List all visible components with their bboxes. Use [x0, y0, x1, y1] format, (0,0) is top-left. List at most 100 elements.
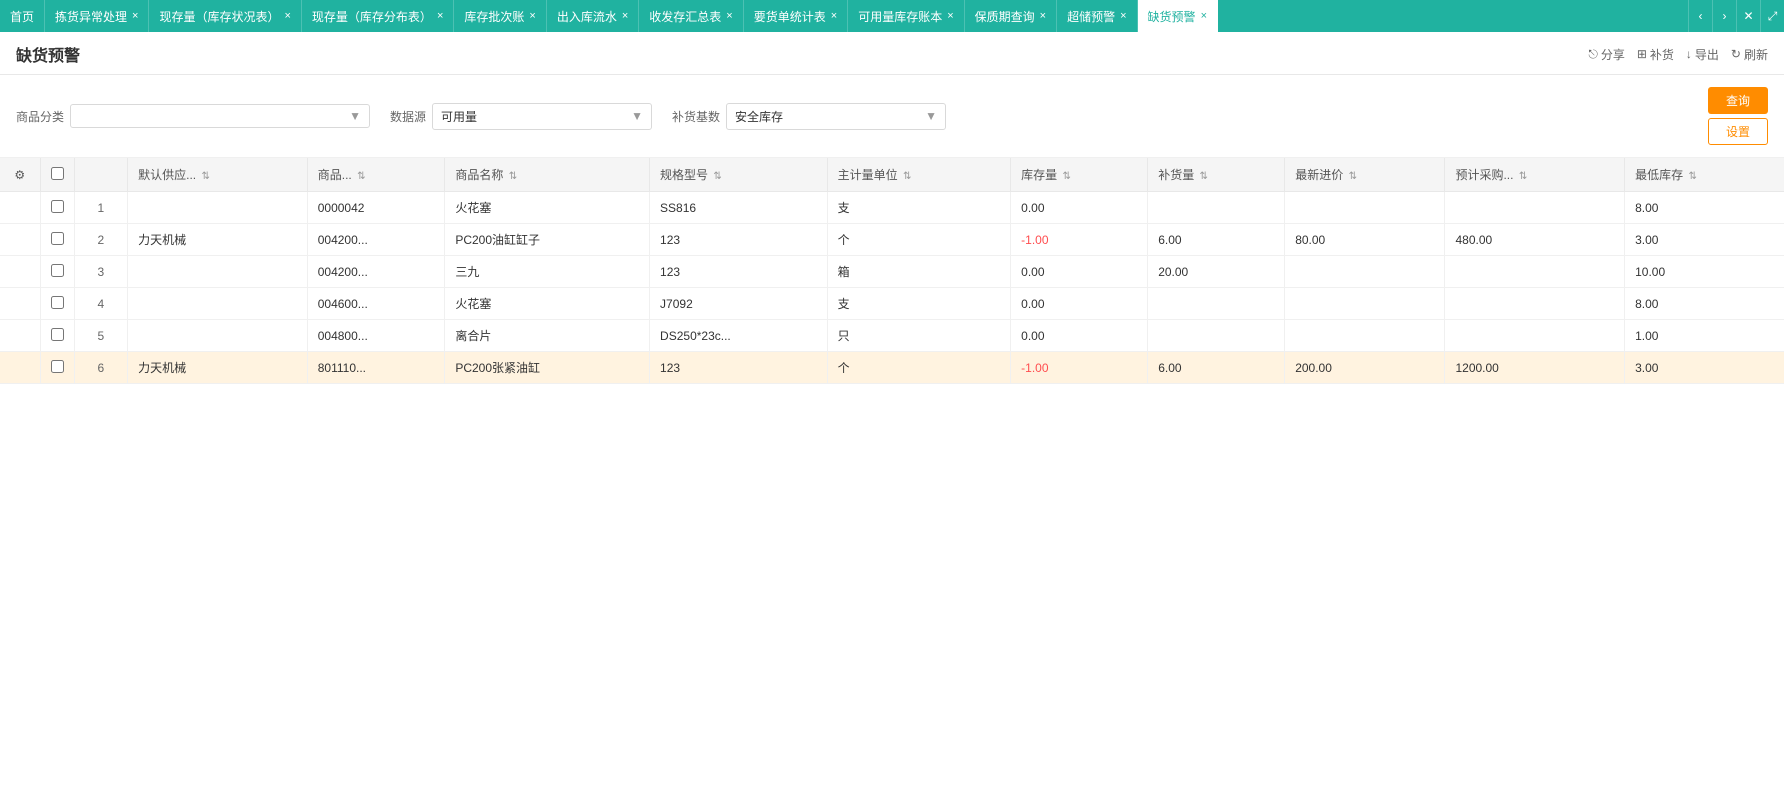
row-unit-6: 个	[827, 352, 1011, 384]
tab-inout-flow[interactable]: 出入库流水 ×	[547, 0, 639, 32]
column-default-supplier[interactable]: 默认供应... ⇅	[128, 158, 308, 192]
refresh-button[interactable]: ↻ 刷新	[1731, 46, 1768, 63]
row-replenish-qty-5	[1148, 320, 1285, 352]
replenish-icon: ⊞	[1637, 47, 1647, 61]
table-container: ⚙ 默认供应... ⇅ 商品... ⇅ 商品名称 ⇅	[0, 158, 1784, 384]
tab-shortage[interactable]: 缺货预警 ×	[1138, 0, 1218, 32]
tab-close-available-account[interactable]: ×	[947, 10, 953, 22]
column-min-stock[interactable]: 最低库存 ⇅	[1625, 158, 1784, 192]
tab-close-expiry-query[interactable]: ×	[1040, 10, 1046, 22]
query-button[interactable]: 查询	[1708, 87, 1768, 114]
data-table: ⚙ 默认供应... ⇅ 商品... ⇅ 商品名称 ⇅	[0, 158, 1784, 384]
tab-close-receive-summary[interactable]: ×	[726, 10, 732, 22]
filter-area: 商品分类 ▼ 数据源 可用量 ▼ 补货基数 安全库存 ▼ 查询 设置	[0, 75, 1784, 158]
share-button[interactable]: ⎋ 分享	[1588, 46, 1625, 63]
tab-close-all-button[interactable]: ✕	[1736, 0, 1760, 32]
tab-expiry-query[interactable]: 保质期查询 ×	[965, 0, 1057, 32]
column-stock[interactable]: 库存量 ⇅	[1011, 158, 1148, 192]
tab-receive-summary[interactable]: 收发存汇总表 ×	[639, 0, 743, 32]
row-select-checkbox-3[interactable]	[51, 264, 64, 277]
row-unit-5: 只	[827, 320, 1011, 352]
row-spec-2: 123	[650, 224, 828, 256]
row-code-3: 004200...	[307, 256, 445, 288]
table-row: 5 004800... 离合片 DS250*23c... 只 0.00 1.00	[0, 320, 1784, 352]
replenish-base-label: 补货基数	[672, 108, 720, 125]
export-button[interactable]: ↓ 导出	[1686, 46, 1719, 63]
column-checkbox[interactable]	[40, 158, 74, 192]
column-unit[interactable]: 主计量单位 ⇅	[827, 158, 1011, 192]
table-row: 4 004600... 火花塞 J7092 支 0.00 8.00	[0, 288, 1784, 320]
column-replenish-qty[interactable]: 补货量 ⇅	[1148, 158, 1285, 192]
row-spec-1: SS816	[650, 192, 828, 224]
tab-close-abnormal[interactable]: ×	[132, 10, 138, 22]
row-spec-4: J7092	[650, 288, 828, 320]
tab-abnormal[interactable]: 拣货异常处理 ×	[45, 0, 149, 32]
column-gear[interactable]: ⚙	[0, 158, 40, 192]
category-select[interactable]: ▼	[70, 104, 370, 128]
replenish-base-select[interactable]: 安全库存 ▼	[726, 103, 946, 130]
tab-close-inventory-status[interactable]: ×	[284, 10, 290, 22]
row-select-checkbox-5[interactable]	[51, 328, 64, 341]
row-spec-3: 123	[650, 256, 828, 288]
row-select-checkbox-6[interactable]	[51, 360, 64, 373]
row-select-checkbox-2[interactable]	[51, 232, 64, 245]
column-product-name[interactable]: 商品名称 ⇅	[445, 158, 650, 192]
replenish-base-select-value: 安全库存	[735, 108, 783, 125]
row-checkbox-5[interactable]	[40, 320, 74, 352]
tab-close-inout-flow[interactable]: ×	[622, 10, 628, 22]
row-min-stock-4: 8.00	[1625, 288, 1784, 320]
tab-inventory-dist[interactable]: 现存量（库存分布表） ×	[302, 0, 454, 32]
row-stock-3: 0.00	[1011, 256, 1148, 288]
tab-close-shortage[interactable]: ×	[1201, 10, 1207, 22]
tab-close-overstock[interactable]: ×	[1120, 10, 1126, 22]
tab-close-demand-stat[interactable]: ×	[831, 10, 837, 22]
row-num-3: 3	[74, 256, 128, 288]
row-select-checkbox-1[interactable]	[51, 200, 64, 213]
row-stock-1: 0.00	[1011, 192, 1148, 224]
tab-close-inventory-dist[interactable]: ×	[437, 10, 443, 22]
row-checkbox-1[interactable]	[40, 192, 74, 224]
sort-code-icon: ⇅	[357, 171, 365, 182]
tab-home[interactable]: 首页	[0, 0, 45, 32]
row-checkbox-3[interactable]	[40, 256, 74, 288]
row-spec-6: 123	[650, 352, 828, 384]
row-checkbox-2[interactable]	[40, 224, 74, 256]
tab-inventory-status[interactable]: 现存量（库存状况表） ×	[149, 0, 301, 32]
row-estimated-purchase-5	[1445, 320, 1625, 352]
sort-replenish-qty-icon: ⇅	[1200, 171, 1208, 182]
column-product-code[interactable]: 商品... ⇅	[307, 158, 445, 192]
column-estimated-purchase[interactable]: 预计采购... ⇅	[1445, 158, 1625, 192]
row-name-5: 离合片	[445, 320, 650, 352]
select-all-checkbox[interactable]	[51, 167, 64, 180]
row-checkbox-6[interactable]	[40, 352, 74, 384]
row-latest-price-1	[1285, 192, 1445, 224]
replenish-base-filter-group: 补货基数 安全库存 ▼	[672, 103, 946, 130]
header-actions: ⎋ 分享 ⊞ 补货 ↓ 导出 ↻ 刷新	[1588, 46, 1768, 63]
tab-next-button[interactable]: ›	[1712, 0, 1736, 32]
datasource-select[interactable]: 可用量 ▼	[432, 103, 652, 130]
table-row: 2 力天机械 004200... PC200油缸缸子 123 个 -1.00 6…	[0, 224, 1784, 256]
tab-available-account[interactable]: 可用量库存账本 ×	[848, 0, 964, 32]
tab-bar: 首页 拣货异常处理 × 现存量（库存状况表） × 现存量（库存分布表） × 库存…	[0, 0, 1784, 32]
tab-close-batch-account[interactable]: ×	[529, 10, 535, 22]
row-stock-4: 0.00	[1011, 288, 1148, 320]
tab-demand-stat[interactable]: 要货单统计表 ×	[744, 0, 848, 32]
row-select-checkbox-4[interactable]	[51, 296, 64, 309]
tab-maximize-button[interactable]: ⤢	[1760, 0, 1784, 32]
tab-batch-account[interactable]: 库存批次账 ×	[454, 0, 546, 32]
row-num-1: 1	[74, 192, 128, 224]
row-checkbox-4[interactable]	[40, 288, 74, 320]
tab-overstock[interactable]: 超储预警 ×	[1057, 0, 1137, 32]
row-gear-5	[0, 320, 40, 352]
settings-button[interactable]: 设置	[1708, 118, 1768, 145]
tab-prev-button[interactable]: ‹	[1688, 0, 1712, 32]
row-unit-4: 支	[827, 288, 1011, 320]
column-spec[interactable]: 规格型号 ⇅	[650, 158, 828, 192]
column-latest-price[interactable]: 最新进价 ⇅	[1285, 158, 1445, 192]
replenish-button[interactable]: ⊞ 补货	[1637, 46, 1674, 63]
page-content: 缺货预警 ⎋ 分享 ⊞ 补货 ↓ 导出 ↻ 刷新 商品分类	[0, 32, 1784, 796]
row-stock-2: -1.00	[1011, 224, 1148, 256]
table-row: 6 力天机械 801110... PC200张紧油缸 123 个 -1.00 6…	[0, 352, 1784, 384]
sort-stock-icon: ⇅	[1063, 171, 1071, 182]
row-gear-4	[0, 288, 40, 320]
